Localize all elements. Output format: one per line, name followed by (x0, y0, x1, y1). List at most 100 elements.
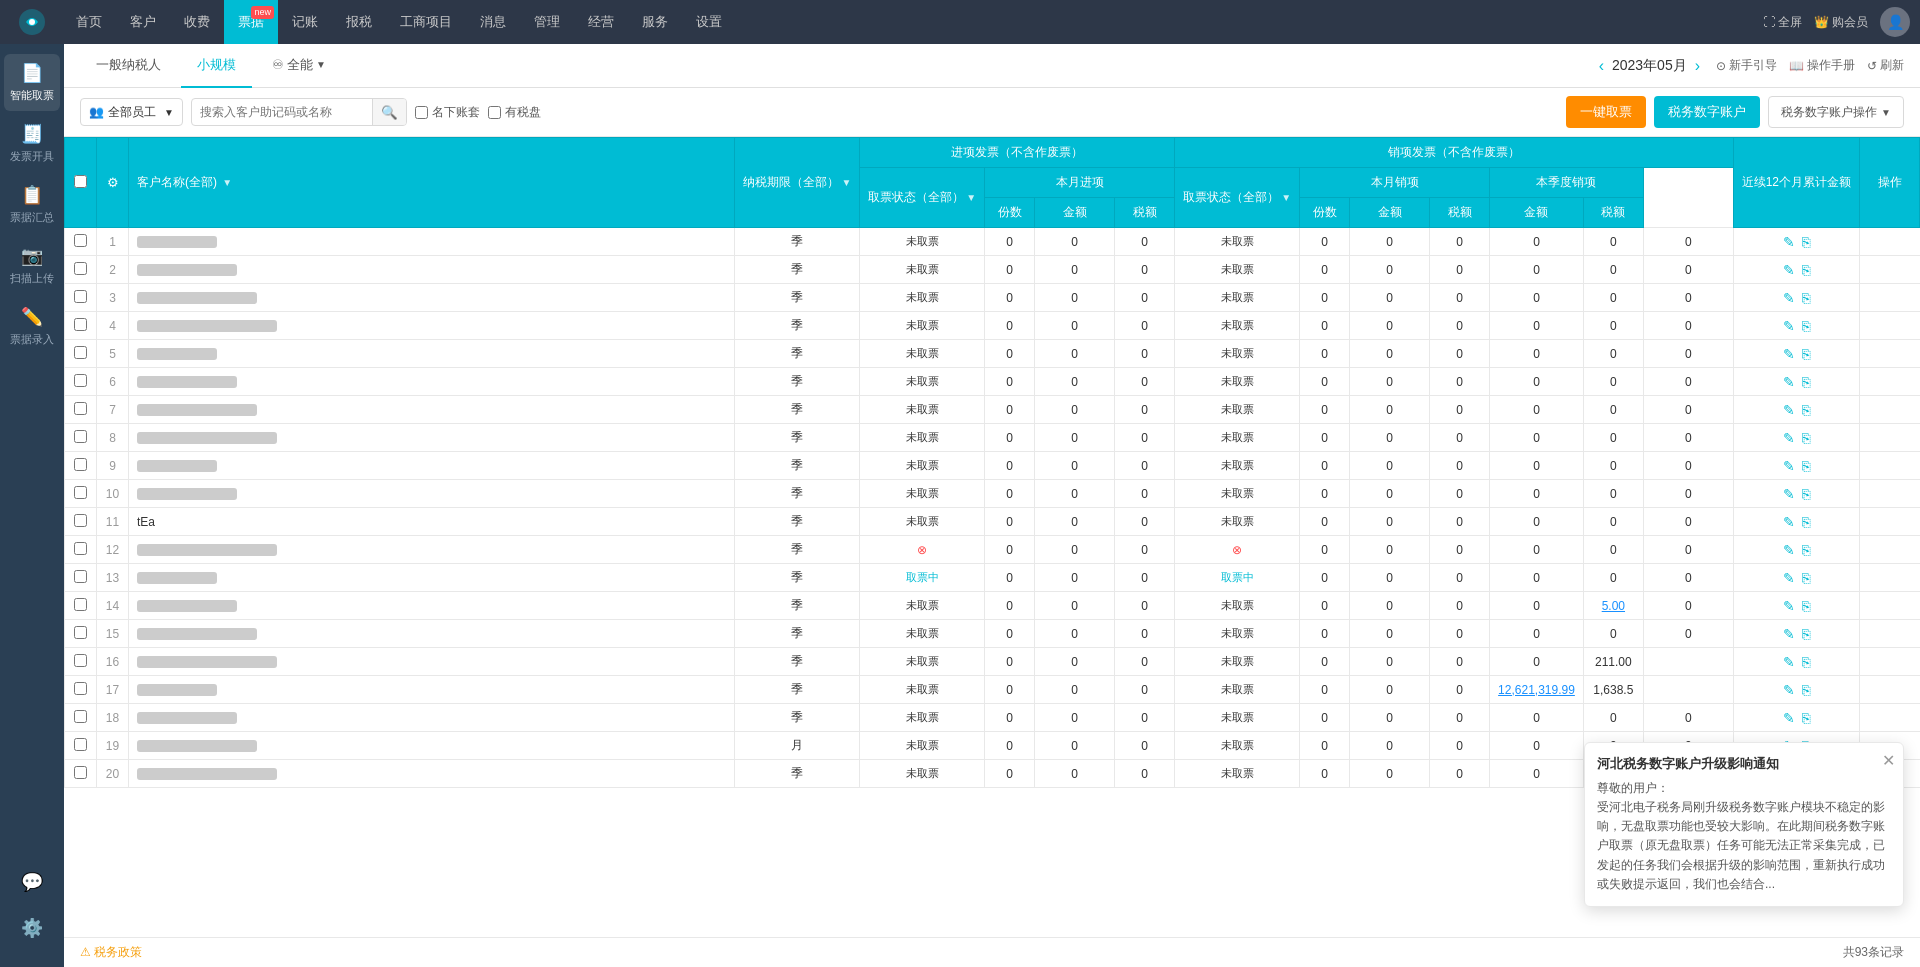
edit-btn[interactable]: ✎ (1783, 402, 1795, 418)
edit-btn[interactable]: ✎ (1783, 598, 1795, 614)
edit-btn[interactable]: ✎ (1783, 514, 1795, 530)
manual-btn[interactable]: 📖 操作手册 (1789, 57, 1855, 74)
copy-btn[interactable]: ⎘ (1802, 458, 1810, 474)
row-checkbox[interactable] (74, 234, 87, 247)
search-input[interactable] (192, 105, 372, 119)
row-checkbox[interactable] (74, 766, 87, 779)
sidebar-item-config[interactable]: ⚙️ (4, 909, 60, 947)
nav-business[interactable]: 工商项目 (386, 0, 466, 44)
edit-btn[interactable]: ✎ (1783, 458, 1795, 474)
nav-home[interactable]: 首页 (62, 0, 116, 44)
edit-btn[interactable]: ✎ (1783, 234, 1795, 250)
prev-month-btn[interactable]: ‹ (1599, 57, 1604, 75)
tab-all-round[interactable]: ♾ 全能 ▼ (256, 44, 342, 88)
row-checkbox[interactable] (74, 486, 87, 499)
copy-btn[interactable]: ⎘ (1802, 318, 1810, 334)
sidebar-item-chat[interactable]: 💬 (4, 863, 60, 901)
copy-btn[interactable]: ⎘ (1802, 598, 1810, 614)
row-checkbox[interactable] (74, 346, 87, 359)
edit-btn[interactable]: ✎ (1783, 430, 1795, 446)
copy-btn[interactable]: ⎘ (1802, 570, 1810, 586)
tab-general-taxpayer[interactable]: 一般纳税人 (80, 44, 177, 88)
row-checkbox[interactable] (74, 598, 87, 611)
copy-btn[interactable]: ⎘ (1802, 402, 1810, 418)
row-checkbox[interactable] (74, 514, 87, 527)
accounts-checkbox[interactable] (415, 106, 428, 119)
next-month-btn[interactable]: › (1695, 57, 1700, 75)
tab-small-scale[interactable]: 小规模 (181, 44, 252, 88)
row-checkbox[interactable] (74, 458, 87, 471)
edit-btn[interactable]: ✎ (1783, 542, 1795, 558)
checkbox-accounts[interactable]: 名下账套 (415, 104, 480, 121)
copy-btn[interactable]: ⎘ (1802, 682, 1810, 698)
nav-manage[interactable]: 管理 (520, 0, 574, 44)
copy-btn[interactable]: ⎘ (1802, 430, 1810, 446)
tax-digital-account-op-btn[interactable]: 税务数字账户操作 ▼ (1768, 96, 1904, 128)
row-checkbox[interactable] (74, 374, 87, 387)
nav-customer[interactable]: 客户 (116, 0, 170, 44)
edit-btn[interactable]: ✎ (1783, 710, 1795, 726)
tax-digital-account-btn[interactable]: 税务数字账户 (1654, 96, 1760, 128)
copy-btn[interactable]: ⎘ (1802, 262, 1810, 278)
edit-btn[interactable]: ✎ (1783, 374, 1795, 390)
nav-operation[interactable]: 经营 (574, 0, 628, 44)
edit-btn[interactable]: ✎ (1783, 262, 1795, 278)
row-checkbox[interactable] (74, 738, 87, 751)
copy-btn[interactable]: ⎘ (1802, 290, 1810, 306)
row-checkbox[interactable] (74, 262, 87, 275)
fullscreen-btn[interactable]: ⛶ 全屏 (1763, 14, 1802, 31)
member-btn[interactable]: 👑 购会员 (1814, 14, 1868, 31)
checkbox-taxpad[interactable]: 有税盘 (488, 104, 541, 121)
notification-close-btn[interactable]: ✕ (1882, 751, 1895, 770)
edit-btn[interactable]: ✎ (1783, 486, 1795, 502)
nav-message[interactable]: 消息 (466, 0, 520, 44)
sidebar-item-smart-ticket[interactable]: 📄 智能取票 (4, 54, 60, 111)
edit-btn[interactable]: ✎ (1783, 682, 1795, 698)
edit-btn[interactable]: ✎ (1783, 654, 1795, 670)
copy-btn[interactable]: ⎘ (1802, 710, 1810, 726)
sidebar-item-invoice-issue[interactable]: 🧾 发票开具 (4, 115, 60, 172)
edit-btn[interactable]: ✎ (1783, 570, 1795, 586)
row-checkbox[interactable] (74, 318, 87, 331)
row-checkbox[interactable] (74, 402, 87, 415)
row-checkbox[interactable] (74, 654, 87, 667)
sidebar-item-scan-upload[interactable]: 📷 扫描上传 (4, 237, 60, 294)
sidebar-item-ticket-entry[interactable]: ✏️ 票据录入 (4, 298, 60, 355)
edit-btn[interactable]: ✎ (1783, 318, 1795, 334)
taxpad-checkbox[interactable] (488, 106, 501, 119)
row-checkbox[interactable] (74, 710, 87, 723)
row-checkbox[interactable] (74, 430, 87, 443)
nav-bookkeeping[interactable]: 记账 (278, 0, 332, 44)
nav-tax[interactable]: 报税 (332, 0, 386, 44)
copy-btn[interactable]: ⎘ (1802, 346, 1810, 362)
copy-btn[interactable]: ⎘ (1802, 542, 1810, 558)
row-checkbox[interactable] (74, 542, 87, 555)
copy-btn[interactable]: ⎘ (1802, 654, 1810, 670)
employee-filter[interactable]: 👥 全部员工 ▼ (80, 98, 183, 126)
search-button[interactable]: 🔍 (372, 98, 406, 126)
sidebar-item-ticket-summary[interactable]: 📋 票据汇总 (4, 176, 60, 233)
edit-btn[interactable]: ✎ (1783, 626, 1795, 642)
copy-btn[interactable]: ⎘ (1802, 234, 1810, 250)
tax-policy-link[interactable]: ⚠ 税务政策 (80, 944, 142, 961)
copy-btn[interactable]: ⎘ (1802, 486, 1810, 502)
nav-service[interactable]: 服务 (628, 0, 682, 44)
edit-btn[interactable]: ✎ (1783, 290, 1795, 306)
nav-fee[interactable]: 收费 (170, 0, 224, 44)
row-checkbox[interactable] (74, 290, 87, 303)
select-all-checkbox[interactable] (74, 175, 87, 188)
gear-icon[interactable]: ⚙ (107, 175, 119, 190)
edit-btn[interactable]: ✎ (1783, 346, 1795, 362)
copy-btn[interactable]: ⎘ (1802, 374, 1810, 390)
copy-btn[interactable]: ⎘ (1802, 626, 1810, 642)
row-checkbox[interactable] (74, 682, 87, 695)
new-guide-btn[interactable]: ⊙ 新手引导 (1716, 57, 1777, 74)
user-avatar[interactable]: 👤 (1880, 7, 1910, 37)
nav-ticket[interactable]: 票据 new (224, 0, 278, 44)
row-checkbox[interactable] (74, 626, 87, 639)
one-click-ticket-btn[interactable]: 一键取票 (1566, 96, 1646, 128)
row-checkbox[interactable] (74, 570, 87, 583)
copy-btn[interactable]: ⎘ (1802, 514, 1810, 530)
refresh-btn[interactable]: ↺ 刷新 (1867, 57, 1904, 74)
nav-settings[interactable]: 设置 (682, 0, 736, 44)
